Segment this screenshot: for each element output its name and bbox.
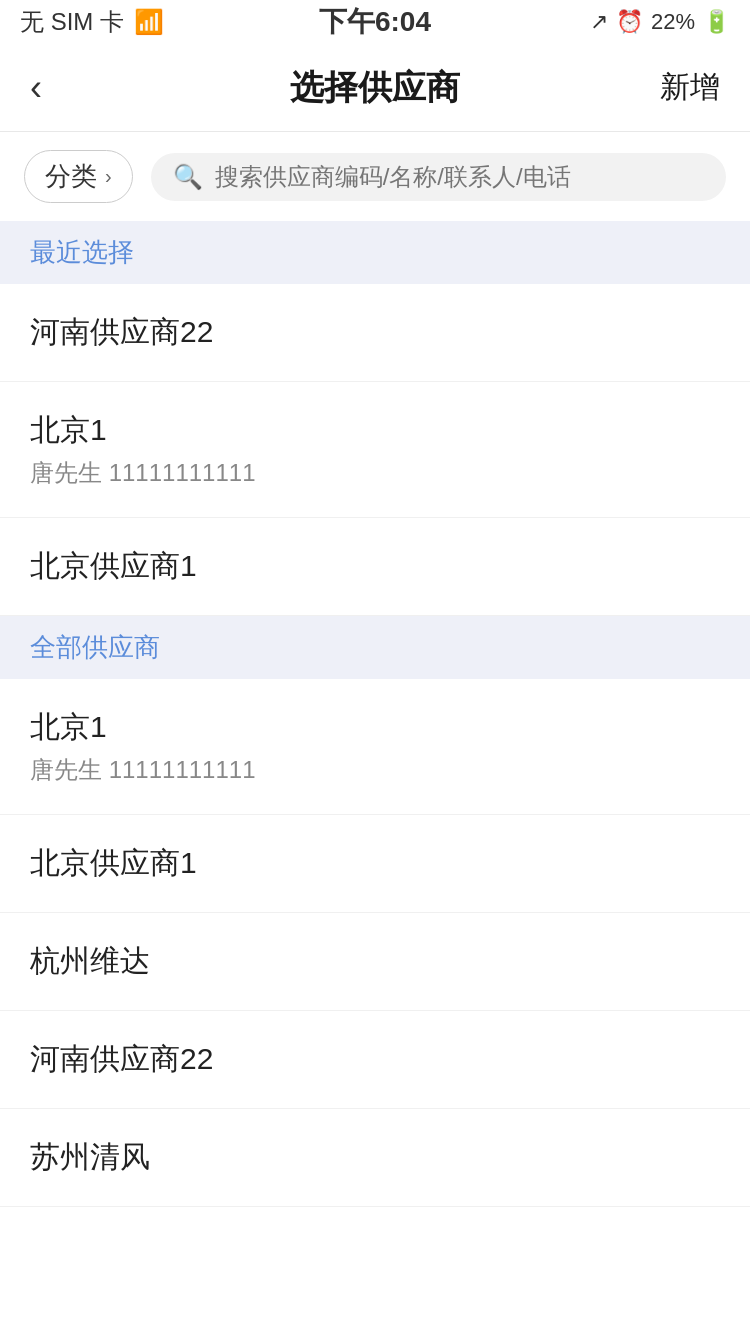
no-sim-label: 无 SIM 卡 — [20, 6, 124, 38]
status-left: 无 SIM 卡 📶 — [20, 6, 164, 38]
list-item[interactable]: 北京供应商1 — [0, 815, 750, 913]
item-name: 苏州清风 — [30, 1137, 720, 1178]
item-sub: 唐先生 11111111111 — [30, 457, 720, 489]
nav-bar: ‹ 选择供应商 新增 — [0, 44, 750, 132]
battery-label: 22% — [651, 9, 695, 35]
category-label: 分类 — [45, 159, 97, 194]
alarm-icon: ⏰ — [616, 9, 643, 35]
search-box[interactable]: 🔍 — [151, 153, 726, 201]
list-item[interactable]: 北京1 唐先生 11111111111 — [0, 679, 750, 815]
search-icon: 🔍 — [173, 163, 203, 191]
list-item[interactable]: 河南供应商22 — [0, 284, 750, 382]
item-sub: 唐先生 11111111111 — [30, 754, 720, 786]
status-right: ↗ ⏰ 22% 🔋 — [590, 9, 730, 35]
list-item[interactable]: 北京供应商1 — [0, 518, 750, 616]
list-item[interactable]: 杭州维达 — [0, 913, 750, 1011]
filter-bar: 分类 › 🔍 — [0, 132, 750, 221]
search-input[interactable] — [215, 163, 704, 191]
status-bar: 无 SIM 卡 📶 下午6:04 ↗ ⏰ 22% 🔋 — [0, 0, 750, 44]
item-name: 北京供应商1 — [30, 843, 720, 884]
item-name: 河南供应商22 — [30, 312, 720, 353]
all-list: 北京1 唐先生 11111111111 北京供应商1 杭州维达河南供应商22 苏州清风 — [0, 679, 750, 1207]
wifi-icon: 📶 — [134, 8, 164, 36]
location-icon: ↗ — [590, 9, 608, 35]
list-item[interactable]: 苏州清风 — [0, 1109, 750, 1207]
list-item[interactable]: 河南供应商22 — [0, 1011, 750, 1109]
list-item[interactable]: 北京1 唐先生 11111111111 — [0, 382, 750, 518]
item-name: 北京供应商1 — [30, 546, 720, 587]
item-name: 北京1 — [30, 410, 720, 451]
battery-icon: 🔋 — [703, 9, 730, 35]
add-button[interactable]: 新增 — [660, 67, 720, 108]
page-title: 选择供应商 — [290, 65, 460, 111]
recent-section-label: 最近选择 — [30, 237, 134, 267]
back-button[interactable]: ‹ — [30, 67, 90, 109]
item-name: 河南供应商22 — [30, 1039, 720, 1080]
chevron-right-icon: › — [105, 165, 112, 188]
item-name: 北京1 — [30, 707, 720, 748]
status-time: 下午6:04 — [319, 3, 431, 41]
recent-section-header: 最近选择 — [0, 221, 750, 284]
recent-list: 河南供应商22 北京1 唐先生 11111111111 北京供应商1 — [0, 284, 750, 616]
item-name: 杭州维达 — [30, 941, 720, 982]
all-section-label: 全部供应商 — [30, 632, 160, 662]
category-button[interactable]: 分类 › — [24, 150, 133, 203]
all-section-header: 全部供应商 — [0, 616, 750, 679]
